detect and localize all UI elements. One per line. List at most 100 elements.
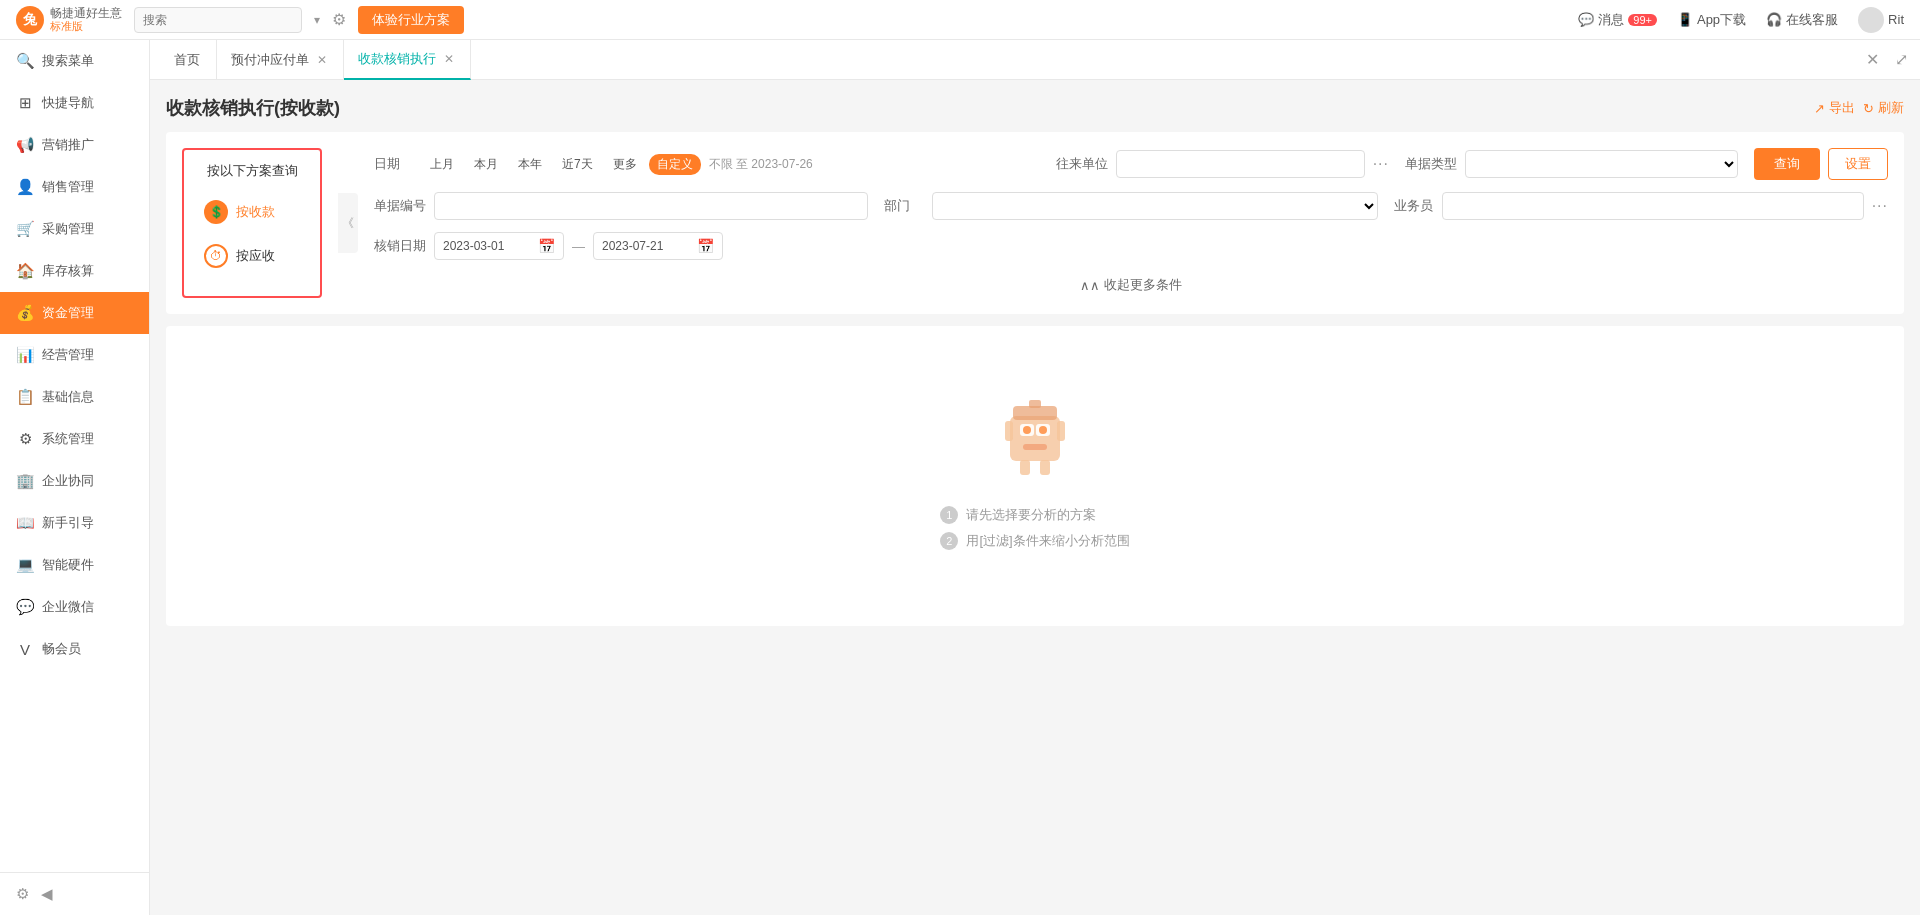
counterparty-input[interactable] [1116,150,1365,178]
chart-icon: 📊 [16,346,34,364]
search-input[interactable] [134,7,302,33]
sidebar-item-wechat-biz[interactable]: 💬 企业微信 [0,586,149,628]
export-button[interactable]: ↗ 导出 [1814,99,1855,117]
tab-bar-right: ✕ ⤢ [1862,46,1912,73]
online-service-button[interactable]: 🎧 在线客服 [1766,11,1838,29]
sidebar-item-marketing[interactable]: 📢 营销推广 [0,124,149,166]
tab-prepay-offset[interactable]: 预付冲应付单 ✕ [217,40,344,80]
date-more[interactable]: 更多 [605,154,645,175]
svg-point-4 [1039,426,1047,434]
username-label: Rit [1888,12,1904,27]
date-last-7-days[interactable]: 近7天 [554,154,601,175]
department-filter-item: 部门 [884,192,1378,220]
svg-rect-8 [1020,460,1030,475]
date-this-month[interactable]: 本月 [466,154,506,175]
doc-no-input[interactable] [434,192,868,220]
building-icon: 🏢 [16,472,34,490]
sidebar-item-enterprise[interactable]: 🏢 企业协同 [0,460,149,502]
tab-receipt-offset[interactable]: 收款核销执行 ✕ [344,40,471,80]
close-prepay-tab-icon[interactable]: ✕ [315,51,329,69]
svg-rect-10 [1013,406,1057,420]
salesperson-input[interactable] [1442,192,1864,220]
counterparty-filter-item: 往来单位 ··· [1056,150,1389,178]
close-receipt-tab-icon[interactable]: ✕ [442,50,456,68]
message-button[interactable]: 💬 消息 99+ [1578,11,1657,29]
settings-button[interactable]: 设置 [1828,148,1888,180]
layout: 🔍 搜索菜单 ⊞ 快捷导航 📢 营销推广 👤 销售管理 🛒 采购管理 🏠 库存核… [0,40,1920,915]
date-label: 日期 [374,155,414,173]
empty-tip-1: 1 请先选择要分析的方案 [940,506,1129,524]
query-option-by-receipt[interactable]: 💲 按收款 [196,192,308,232]
counterparty-dots[interactable]: ··· [1373,155,1389,173]
maximize-tab-bar-icon[interactable]: ⤢ [1891,46,1912,73]
query-selector-title: 按以下方案查询 [196,162,308,180]
offset-date-end-input[interactable]: 2023-07-21 📅 [593,232,723,260]
salesperson-filter-item: 业务员 ··· [1394,192,1888,220]
doc-type-select[interactable] [1465,150,1738,178]
sidebar-item-search-menu[interactable]: 🔍 搜索菜单 [0,40,149,82]
offset-date-label: 核销日期 [374,237,426,255]
sidebar-item-system[interactable]: ⚙ 系统管理 [0,418,149,460]
app-name: 畅捷通好生意 标准版 [50,6,122,34]
page-title-bar: 收款核销执行(按收款) ↗ 导出 ↻ 刷新 [166,96,1904,120]
date-custom[interactable]: 自定义 [649,154,701,175]
department-select[interactable] [932,192,1378,220]
message-icon: 💬 [1578,12,1594,27]
close-tab-bar-icon[interactable]: ✕ [1862,46,1883,73]
settings-bottom-icon[interactable]: ⚙ [16,885,29,903]
solution-button[interactable]: 体验行业方案 [358,6,464,34]
date-filter-item: 日期 上月 本月 本年 近7天 更多 自定义 不限 至 2023-07-26 [374,154,1040,175]
empty-illustration [985,386,1085,486]
cart-icon: 🛒 [16,220,34,238]
receipt-option-icon: 💲 [204,200,228,224]
sidebar-item-purchase[interactable]: 🛒 采购管理 [0,208,149,250]
salesperson-dots[interactable]: ··· [1872,197,1888,215]
sidebar-item-vip[interactable]: V 畅会员 [0,628,149,670]
app-download-button[interactable]: 📱 App下载 [1677,11,1746,29]
collapse-panel-button[interactable]: 《 [338,193,358,253]
offset-date-start-input[interactable]: 2023-03-01 📅 [434,232,564,260]
date-last-month[interactable]: 上月 [422,154,462,175]
user-area[interactable]: Rit [1858,7,1904,33]
calendar-start-icon: 📅 [538,238,555,254]
svg-rect-5 [1023,444,1047,450]
query-option-by-receivable[interactable]: ⏱ 按应收 [196,236,308,276]
collapse-more-button[interactable]: ∧∧ 收起更多条件 [374,272,1888,298]
sidebar-item-smart-hw[interactable]: 💻 智能硬件 [0,544,149,586]
tab-home[interactable]: 首页 [158,40,217,80]
empty-tip-2: 2 用[过滤]条件来缩小分析范围 [940,532,1129,550]
headset-icon: 🎧 [1766,12,1782,27]
top-bar: 兔 畅捷通好生意 标准版 ▾ ⚙ 体验行业方案 💬 消息 99+ 📱 App下载… [0,0,1920,40]
sidebar-bottom: ⚙ ◀ [0,872,149,915]
salesperson-label: 业务员 [1394,197,1434,215]
sidebar-item-quick-nav[interactable]: ⊞ 快捷导航 [0,82,149,124]
svg-rect-9 [1040,460,1050,475]
refresh-button[interactable]: ↻ 刷新 [1863,99,1904,117]
system-icon: ⚙ [16,430,34,448]
content-card: 1 请先选择要分析的方案 2 用[过滤]条件来缩小分析范围 [166,326,1904,626]
sidebar-item-sales[interactable]: 👤 销售管理 [0,166,149,208]
message-badge: 99+ [1628,14,1657,26]
collapse-sidebar-icon[interactable]: ◀ [41,885,53,903]
vip-icon: V [16,641,34,658]
filter-row-3: 核销日期 2023-03-01 📅 — 2023-07-21 📅 [374,232,1888,260]
query-button[interactable]: 查询 [1754,148,1820,180]
gear-icon[interactable]: ⚙ [332,10,346,29]
svg-rect-6 [1005,421,1013,441]
date-this-year[interactable]: 本年 [510,154,550,175]
empty-tips: 1 请先选择要分析的方案 2 用[过滤]条件来缩小分析范围 [940,506,1129,550]
sidebar-item-inventory[interactable]: 🏠 库存核算 [0,250,149,292]
main-content: 首页 预付冲应付单 ✕ 收款核销执行 ✕ ✕ ⤢ 收款核销执行(按收款) ↗ [150,40,1920,915]
action-row: 查询 设置 [1754,148,1888,180]
sidebar-item-basic-info[interactable]: 📋 基础信息 [0,376,149,418]
sidebar: 🔍 搜索菜单 ⊞ 快捷导航 📢 营销推广 👤 销售管理 🛒 采购管理 🏠 库存核… [0,40,150,915]
clipboard-icon: 📋 [16,388,34,406]
sidebar-item-beginner[interactable]: 📖 新手引导 [0,502,149,544]
sidebar-item-capital[interactable]: 💰 资金管理 [0,292,149,334]
app-download-icon: 📱 [1677,12,1693,27]
chevron-down-icon[interactable]: ▾ [314,13,320,27]
page-area: 收款核销执行(按收款) ↗ 导出 ↻ 刷新 按以下方案查询 [150,80,1920,915]
sidebar-item-operations[interactable]: 📊 经营管理 [0,334,149,376]
filter-row-2: 单据编号 部门 业务员 ··· [374,192,1888,220]
book-icon: 📖 [16,514,34,532]
